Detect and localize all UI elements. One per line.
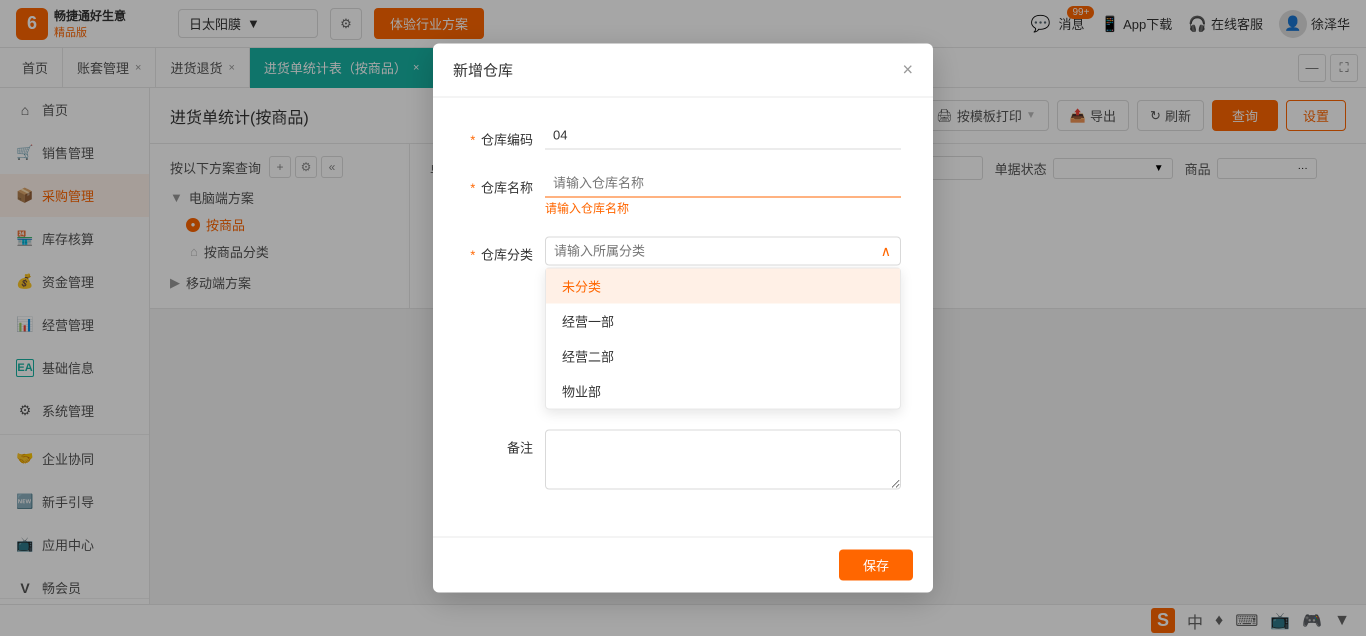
note-label-modal: 备注 <box>465 430 545 457</box>
dropdown-item-dept1[interactable]: 经营一部 <box>546 304 900 339</box>
note-field <box>545 430 901 493</box>
category-arrow-icon[interactable]: ∧ <box>881 243 891 260</box>
modal-body: * 仓库编码 * 仓库名称 请输入仓库名称 * 仓库分类 <box>433 98 933 537</box>
code-label: * 仓库编码 <box>465 122 545 149</box>
save-button[interactable]: 保存 <box>839 550 913 581</box>
name-error-text: 请输入仓库名称 <box>545 200 901 217</box>
modal-header: 新增仓库 × <box>433 44 933 98</box>
code-field <box>545 122 901 150</box>
dropdown-item-unclassified[interactable]: 未分类 <box>546 269 900 304</box>
form-row-code: * 仓库编码 <box>465 122 901 150</box>
dropdown-item-dept2[interactable]: 经营二部 <box>546 339 900 374</box>
form-row-note: 备注 <box>465 430 901 493</box>
code-input[interactable] <box>545 122 901 150</box>
modal-footer: 保存 <box>433 537 933 593</box>
modal-title: 新增仓库 <box>453 60 513 81</box>
name-input[interactable] <box>545 170 901 198</box>
category-field: ∧ 未分类 经营一部 经营二部 物业部 <box>545 237 901 410</box>
category-dropdown: 未分类 经营一部 经营二部 物业部 <box>545 268 901 410</box>
dropdown-item-dept3[interactable]: 物业部 <box>546 374 900 409</box>
name-label: * 仓库名称 <box>465 170 545 197</box>
category-input-wrap: ∧ <box>545 237 901 266</box>
modal-close-button[interactable]: × <box>902 60 913 81</box>
form-row-name: * 仓库名称 请输入仓库名称 <box>465 170 901 217</box>
note-textarea[interactable] <box>545 430 901 490</box>
category-label: * 仓库分类 <box>465 237 545 264</box>
name-field: 请输入仓库名称 <box>545 170 901 217</box>
form-row-category: * 仓库分类 ∧ 未分类 经营一部 经营二部 物业部 <box>465 237 901 410</box>
add-warehouse-modal: 新增仓库 × * 仓库编码 * 仓库名称 请输入仓库名称 <box>433 44 933 593</box>
category-input[interactable] <box>545 237 901 266</box>
